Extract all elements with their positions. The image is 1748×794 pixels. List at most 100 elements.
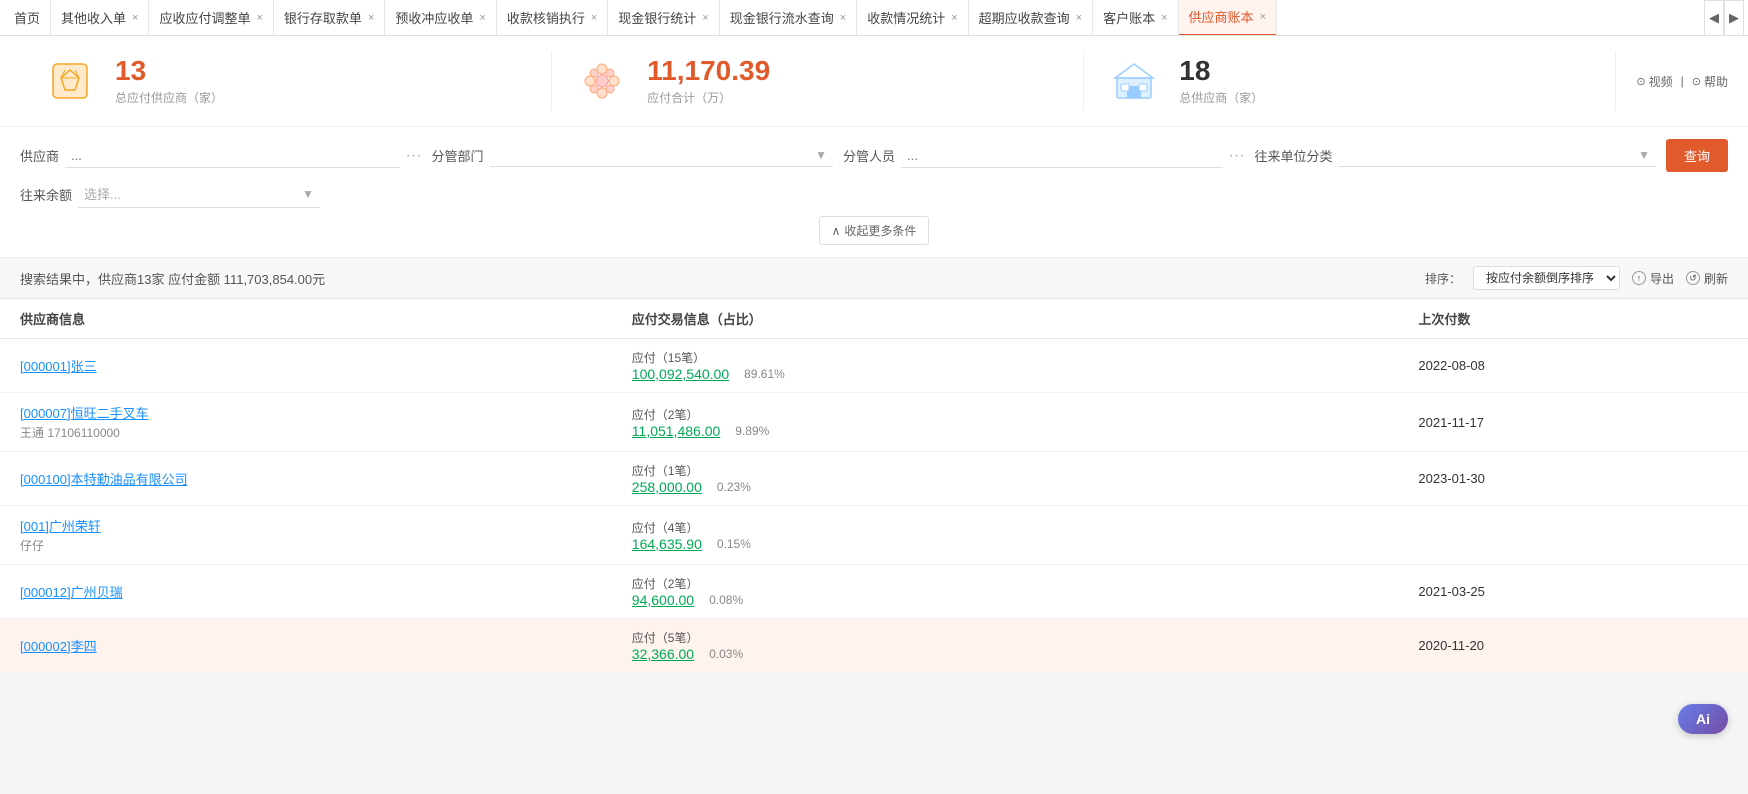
supplier-link[interactable]: [000100]本特勤油品有限公司 (20, 472, 188, 487)
last-pay-date: 2021-03-25 (1398, 565, 1748, 619)
dept-select[interactable]: ▼ (490, 144, 833, 167)
results-summary: 搜索结果中，供应商13家 应付金额 111,703,854.00元 (20, 269, 325, 288)
close-icon[interactable]: × (132, 12, 138, 24)
results-actions: 排序： 按应付余额倒序排序 ↑ 导出 ↺ 刷新 (1425, 266, 1728, 290)
supplier-info-cell: [000100]本特勤油品有限公司 (0, 452, 612, 506)
pay-label: 应付（2笔） (632, 575, 1379, 592)
close-icon[interactable]: × (1260, 11, 1266, 23)
category-select[interactable]: ▼ (1339, 144, 1656, 167)
collapse-button[interactable]: ∧ 收起更多条件 (819, 216, 930, 245)
refresh-icon: ↺ (1686, 271, 1700, 285)
amount-value[interactable]: 32,366.00 (632, 646, 694, 662)
transaction-info-cell: 应付（5笔）32,366.000.03% (612, 619, 1399, 673)
supplier-link[interactable]: [000012]广州贝瑞 (20, 585, 123, 600)
supplier-contact: 王通 17106110000 (20, 424, 592, 441)
nav-tab-cash-flow[interactable]: 现金银行流水查询 × (720, 0, 857, 36)
close-icon[interactable]: × (1161, 12, 1167, 24)
supplier-input[interactable] (65, 144, 400, 168)
export-button[interactable]: ↑ 导出 (1632, 270, 1674, 287)
stat-payable-label: 总应付供应商（家） (115, 89, 531, 106)
col-header-supplier: 供应商信息 (0, 299, 612, 339)
close-icon[interactable]: × (1076, 12, 1082, 24)
amount-percent: 0.03% (709, 647, 743, 661)
supplier-info-cell: [000001]张三 (0, 339, 612, 393)
video-link[interactable]: ⊙ 视频 (1636, 73, 1672, 90)
supplier-link[interactable]: [000001]张三 (20, 359, 97, 374)
stat-payable-info: 13 总应付供应商（家） (115, 57, 531, 106)
transaction-info-cell: 应付（2笔）94,600.00 0.08% (612, 565, 1399, 619)
export-icon: ↑ (1632, 271, 1646, 285)
close-icon[interactable]: × (479, 12, 485, 24)
amount-percent: 0.08% (709, 593, 743, 607)
amount-value[interactable]: 94,600.00 (632, 592, 694, 608)
supplier-label: 供应商 (20, 146, 59, 165)
stat-amount-label: 应付合计（万） (647, 89, 1063, 106)
help-link[interactable]: ⊙ 帮助 (1692, 73, 1728, 90)
nav-tab-ar-ap-adjust[interactable]: 应收应付调整单 × (149, 0, 273, 36)
nav-tab-bank-deposit[interactable]: 银行存取款单 × (274, 0, 385, 36)
nav-tab-customer-ledger[interactable]: 客户账本 × (1093, 0, 1178, 36)
nav-arrows: ◀ ▶ (1704, 0, 1744, 36)
pay-label: 应付（15笔） (632, 349, 1379, 366)
transaction-info-cell: 应付（2笔）11,051,486.009.89% (612, 393, 1399, 452)
last-pay-date: 2021-11-17 (1398, 393, 1748, 452)
nav-tab-home[interactable]: 首页 (4, 0, 51, 36)
refresh-button[interactable]: ↺ 刷新 (1686, 270, 1728, 287)
supplier-link[interactable]: [001]广州荣轩 (20, 519, 101, 534)
supplier-dots-icon[interactable]: ··· (406, 147, 422, 165)
sort-select[interactable]: 按应付余额倒序排序 (1473, 266, 1620, 290)
diamond-icon (40, 51, 100, 111)
top-right-links: ⊙ 视频 | ⊙ 帮助 (1616, 73, 1728, 90)
pay-label: 应付（1笔） (632, 462, 1379, 479)
store-icon (1104, 51, 1164, 111)
stat-total-number: 18 (1179, 57, 1595, 85)
stat-payable-suppliers: 13 总应付供应商（家） (20, 51, 552, 111)
supplier-info-cell: [000007]恒旺二手叉车王通 17106110000 (0, 393, 612, 452)
close-icon[interactable]: × (702, 12, 708, 24)
nav-next-arrow[interactable]: ▶ (1724, 0, 1744, 36)
supplier-link[interactable]: [000007]恒旺二手叉车 (20, 406, 149, 421)
filter-area: 供应商 ··· 分管部门 ▼ 分管人员 ··· 往来单位分类 ▼ 查询 (0, 127, 1748, 258)
amount-value[interactable]: 100,092,540.00 (632, 366, 729, 382)
dept-chevron-icon: ▼ (815, 148, 827, 162)
stat-amount-number: 11,170.39 (647, 57, 1063, 85)
amount-percent: 9.89% (735, 424, 769, 438)
dept-label: 分管部门 (432, 146, 484, 165)
person-label: 分管人员 (843, 146, 895, 165)
close-icon[interactable]: × (591, 12, 597, 24)
person-dots-icon[interactable]: ··· (1229, 147, 1245, 165)
close-icon[interactable]: × (840, 12, 846, 24)
nav-prev-arrow[interactable]: ◀ (1704, 0, 1724, 36)
amount-value[interactable]: 258,000.00 (632, 479, 702, 495)
person-input[interactable] (901, 144, 1223, 168)
table-row: [000007]恒旺二手叉车王通 17106110000应付（2笔）11,051… (0, 393, 1748, 452)
nav-tab-receipt-verify[interactable]: 收款核销执行 × (497, 0, 608, 36)
nav-tab-other-income[interactable]: 其他收入单 × (51, 0, 149, 36)
collapse-area: ∧ 收起更多条件 (20, 216, 1728, 245)
results-bar: 搜索结果中，供应商13家 应付金额 111,703,854.00元 排序： 按应… (0, 258, 1748, 299)
close-icon[interactable]: × (256, 12, 262, 24)
stat-payable-number: 13 (115, 57, 531, 85)
supplier-info-cell: [001]广州荣轩仔仔 (0, 506, 612, 565)
nav-tab-prepaid-ar[interactable]: 预收冲应收单 × (385, 0, 496, 36)
amount-value[interactable]: 11,051,486.00 (632, 423, 721, 439)
nav-tab-overdue-ar[interactable]: 超期应收款查询 × (969, 0, 1093, 36)
amount-percent: 0.23% (717, 480, 751, 494)
ai-badge[interactable]: Ai (1678, 704, 1728, 734)
amount-value[interactable]: 164,635.90 (632, 536, 702, 552)
nav-tab-receipt-stat[interactable]: 收款情况统计 × (857, 0, 968, 36)
nav-tab-cash-bank-stat[interactable]: 现金银行统计 × (608, 0, 719, 36)
supplier-link[interactable]: [000002]李四 (20, 639, 97, 654)
transaction-info-cell: 应付（15笔）100,092,540.0089.61% (612, 339, 1399, 393)
table-row: [001]广州荣轩仔仔 应付（4笔）164,635.900.15% (0, 506, 1748, 565)
filter-person: 分管人员 ··· (843, 144, 1245, 168)
search-button[interactable]: 查询 (1666, 139, 1728, 172)
close-icon[interactable]: × (951, 12, 957, 24)
nav-tab-supplier-ledger[interactable]: 供应商账本 × (1179, 0, 1277, 36)
close-icon[interactable]: × (368, 12, 374, 24)
balance-select[interactable]: 选择... ▼ (78, 180, 320, 208)
table-row: [000100]本特勤油品有限公司应付（1笔）258,000.000.23%20… (0, 452, 1748, 506)
stats-bar: 13 总应付供应商（家） 11,170.39 应付合计（万） (0, 36, 1748, 127)
filter-category: 往来单位分类 ▼ (1255, 144, 1657, 167)
stat-payable-amount: 11,170.39 应付合计（万） (552, 51, 1084, 111)
